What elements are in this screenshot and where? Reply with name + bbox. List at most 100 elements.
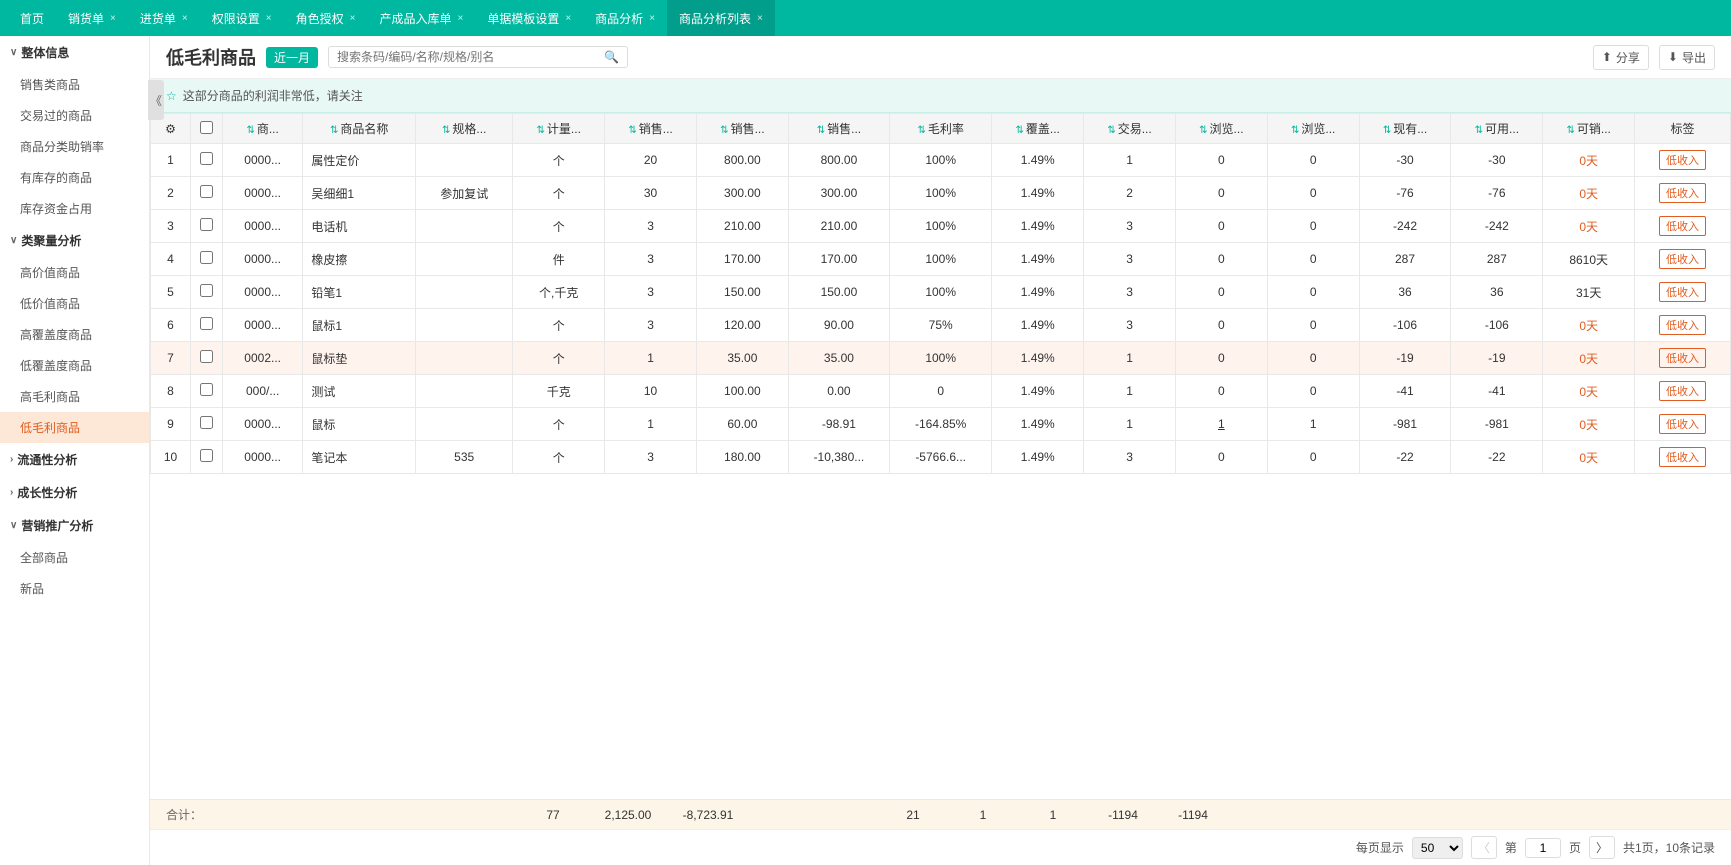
row-checkbox[interactable] (191, 309, 223, 342)
col-browse2[interactable]: ⇅浏览... (1267, 114, 1359, 144)
sidebar-section-overview[interactable]: ∨ 整体信息 (0, 36, 149, 69)
row-select-checkbox[interactable] (200, 284, 213, 297)
search-box[interactable]: 🔍 (328, 46, 628, 68)
col-spec[interactable]: ⇅规格... (416, 114, 513, 144)
col-browse1[interactable]: ⇅浏览... (1175, 114, 1267, 144)
row-browse1[interactable]: 0 (1175, 309, 1267, 342)
row-checkbox[interactable] (191, 441, 223, 474)
row-select-checkbox[interactable] (200, 383, 213, 396)
row-select-checkbox[interactable] (200, 251, 213, 264)
row-checkbox[interactable] (191, 342, 223, 375)
row-browse1[interactable]: 0 (1175, 144, 1267, 177)
row-name[interactable]: 鼠标1 (303, 309, 416, 342)
nav-product-analysis[interactable]: 商品分析 × (583, 0, 667, 36)
page-number-input[interactable] (1525, 838, 1561, 858)
row-name[interactable]: 测试 (303, 375, 416, 408)
nav-role[interactable]: 角色授权 × (284, 0, 368, 36)
sidebar-item-low-margin[interactable]: 低毛利商品 (0, 412, 149, 443)
row-browse1[interactable]: 0 (1175, 177, 1267, 210)
next-page-button[interactable]: 〉 (1589, 836, 1615, 859)
period-tag[interactable]: 近一月 (266, 47, 318, 68)
row-name[interactable]: 铅笔1 (303, 276, 416, 309)
nav-sales[interactable]: 销货单 × (56, 0, 128, 36)
col-unit[interactable]: ⇅计量... (513, 114, 605, 144)
search-input[interactable] (337, 50, 604, 64)
close-product-analysis-tab[interactable]: × (649, 13, 655, 24)
nav-permission[interactable]: 权限设置 × (200, 0, 284, 36)
row-checkbox[interactable] (191, 210, 223, 243)
col-sale-qty[interactable]: ⇅销售... (605, 114, 697, 144)
sidebar-item-new-goods[interactable]: 新品 (0, 573, 149, 604)
nav-purchase[interactable]: 进货单 × (128, 0, 200, 36)
col-sale-amt[interactable]: ⇅销售... (696, 114, 788, 144)
sidebar-collapse-button[interactable]: 《 (148, 80, 164, 120)
row-select-checkbox[interactable] (200, 350, 213, 363)
nav-template[interactable]: 单据模板设置 × (475, 0, 583, 36)
col-name[interactable]: ⇅商品名称 (303, 114, 416, 144)
close-sales-tab[interactable]: × (110, 13, 116, 24)
sidebar-item-high-coverage[interactable]: 高覆盖度商品 (0, 319, 149, 350)
row-select-checkbox[interactable] (200, 152, 213, 165)
col-code[interactable]: ⇅商... (223, 114, 303, 144)
sidebar-section-flow[interactable]: › 流通性分析 (0, 443, 149, 476)
search-icon[interactable]: 🔍 (604, 50, 619, 64)
sidebar-section-cluster[interactable]: ∨ 类聚量分析 (0, 224, 149, 257)
select-all-checkbox[interactable] (200, 121, 213, 134)
row-select-checkbox[interactable] (200, 185, 213, 198)
row-browse1[interactable]: 0 (1175, 276, 1267, 309)
close-product-entry-tab[interactable]: × (457, 13, 463, 24)
sidebar-item-high-value[interactable]: 高价值商品 (0, 257, 149, 288)
row-name[interactable]: 属性定价 (303, 144, 416, 177)
row-browse1[interactable]: 0 (1175, 210, 1267, 243)
row-browse1[interactable]: 0 (1175, 375, 1267, 408)
col-saleable-day[interactable]: ⇅可销... (1543, 114, 1635, 144)
sidebar-item-traded-goods[interactable]: 交易过的商品 (0, 100, 149, 131)
row-browse1[interactable]: 0 (1175, 243, 1267, 276)
row-name[interactable]: 鼠标 (303, 408, 416, 441)
row-name[interactable]: 笔记本 (303, 441, 416, 474)
row-name[interactable]: 吴细细1 (303, 177, 416, 210)
sidebar-item-capital[interactable]: 库存资金占用 (0, 193, 149, 224)
row-name[interactable]: 橡皮擦 (303, 243, 416, 276)
col-tx-count[interactable]: ⇅交易... (1084, 114, 1176, 144)
close-template-tab[interactable]: × (565, 13, 571, 24)
nav-home[interactable]: 首页 (8, 0, 56, 36)
row-select-checkbox[interactable] (200, 218, 213, 231)
sidebar-section-marketing[interactable]: ∨ 营销推广分析 (0, 509, 149, 542)
sidebar-item-sales-goods[interactable]: 销售类商品 (0, 69, 149, 100)
row-browse1[interactable]: 1 (1175, 408, 1267, 441)
col-coverage[interactable]: ⇅覆盖... (992, 114, 1084, 144)
row-checkbox[interactable] (191, 375, 223, 408)
row-select-checkbox[interactable] (200, 449, 213, 462)
sidebar-section-growth[interactable]: › 成长性分析 (0, 476, 149, 509)
col-gross-rate[interactable]: ⇅毛利率 (890, 114, 992, 144)
close-purchase-tab[interactable]: × (182, 13, 188, 24)
row-select-checkbox[interactable] (200, 416, 213, 429)
row-name[interactable]: 鼠标垫 (303, 342, 416, 375)
row-checkbox[interactable] (191, 276, 223, 309)
row-checkbox[interactable] (191, 144, 223, 177)
row-checkbox[interactable] (191, 243, 223, 276)
export-button[interactable]: ⬇ 导出 (1659, 45, 1715, 70)
sidebar-item-low-value[interactable]: 低价值商品 (0, 288, 149, 319)
col-checkbox-all[interactable] (191, 114, 223, 144)
nav-product-analysis-list[interactable]: 商品分析列表 × (667, 0, 775, 36)
close-product-analysis-list-tab[interactable]: × (757, 13, 763, 24)
row-name[interactable]: 电话机 (303, 210, 416, 243)
sidebar-item-in-stock[interactable]: 有库存的商品 (0, 162, 149, 193)
row-browse1[interactable]: 0 (1175, 342, 1267, 375)
nav-product-entry[interactable]: 产成品入库单 × (367, 0, 475, 36)
row-browse1[interactable]: 0 (1175, 441, 1267, 474)
col-available[interactable]: ⇅可用... (1451, 114, 1543, 144)
close-permission-tab[interactable]: × (266, 13, 272, 24)
share-button[interactable]: ⬆ 分享 (1593, 45, 1649, 70)
col-sale-profit[interactable]: ⇅销售... (788, 114, 889, 144)
sidebar-item-high-margin[interactable]: 高毛利商品 (0, 381, 149, 412)
close-role-tab[interactable]: × (350, 13, 356, 24)
page-size-select[interactable]: 50 100 200 (1412, 837, 1463, 859)
sidebar-item-low-coverage[interactable]: 低覆盖度商品 (0, 350, 149, 381)
row-checkbox[interactable] (191, 177, 223, 210)
row-select-checkbox[interactable] (200, 317, 213, 330)
sidebar-item-category-rate[interactable]: 商品分类助销率 (0, 131, 149, 162)
prev-page-button[interactable]: 〈 (1471, 836, 1497, 859)
